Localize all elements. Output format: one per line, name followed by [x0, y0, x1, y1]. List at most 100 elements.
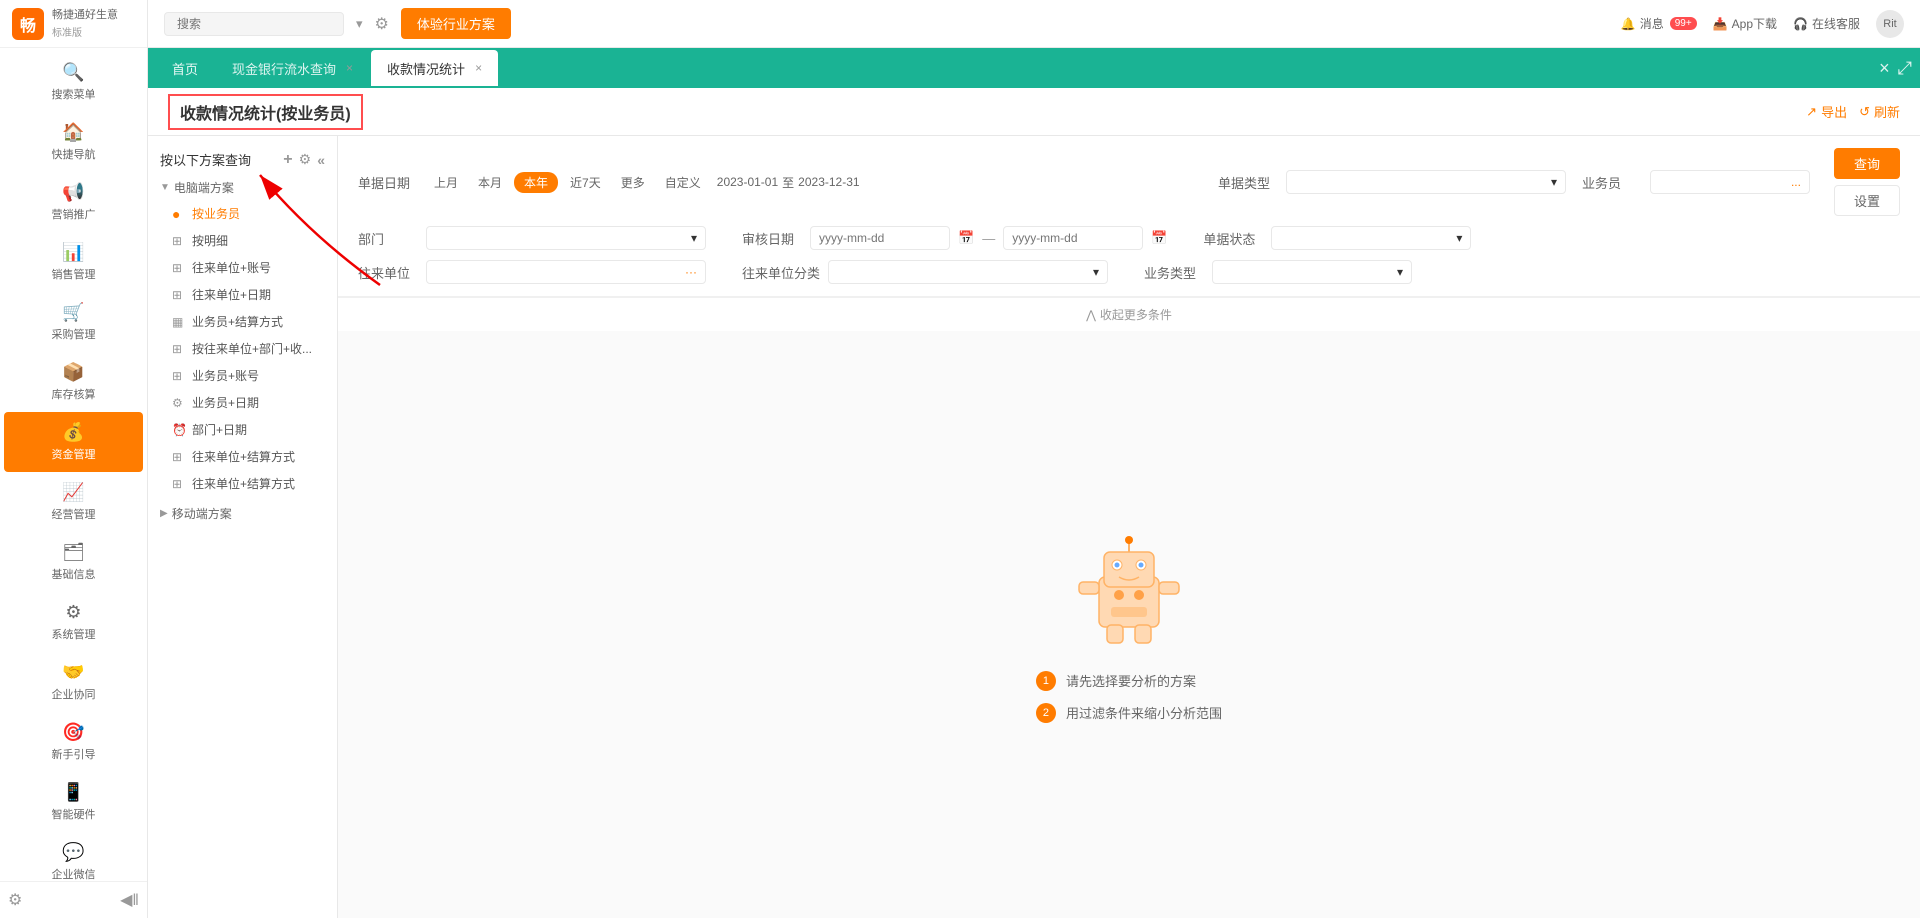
sidebar-nav: 🔍 搜索菜单 🏠 快捷导航 📢 营销推广 📊 销售管理 🛒 采购管理 📦 库存核…: [0, 48, 147, 881]
app-download-btn[interactable]: 📥 App下载: [1713, 15, 1777, 32]
biz-type-select[interactable]: ▾: [1212, 260, 1412, 284]
scheme-settings-icon[interactable]: ⚙: [299, 151, 312, 168]
sidebar-item-hardware[interactable]: 📱 智能硬件: [0, 772, 147, 832]
topbar-gear-icon[interactable]: ⚙: [375, 14, 389, 34]
scheme-item-salesperson-settle[interactable]: ▦ 业务员+结算方式: [148, 308, 337, 335]
date-tab-custom[interactable]: 自定义: [657, 172, 709, 193]
search-input[interactable]: [164, 12, 344, 36]
window-close-icon[interactable]: ×: [1879, 58, 1890, 79]
tab-bank-flow-close[interactable]: ×: [346, 61, 353, 75]
main-area: ▾ ⚙ 体验行业方案 🔔 消息 99+ 📥 App下载 🎧 在线客服 Rit: [148, 0, 1920, 918]
sidebar-label-marketing: 营销推广: [52, 206, 96, 222]
scheme-item-by-salesperson[interactable]: ● 按业务员: [148, 200, 337, 227]
tab-receipts-close[interactable]: ×: [475, 61, 482, 75]
sidebar-item-guide[interactable]: 🎯 新手引导: [0, 712, 147, 772]
footer-collapse-icon[interactable]: ◀‖: [120, 890, 139, 910]
export-btn[interactable]: ↗ 导出: [1806, 102, 1847, 121]
doc-type-label: 单据类型: [1218, 173, 1278, 192]
target-icon: 🎯: [62, 722, 84, 743]
scheme-item-partner-settle1[interactable]: ⊞ 往来单位+结算方式: [148, 443, 337, 470]
notifications-label: 消息: [1640, 15, 1664, 32]
footer-settings-icon[interactable]: ⚙: [8, 890, 22, 910]
review-date-label: 审核日期: [742, 229, 802, 248]
review-date-start[interactable]: [810, 226, 950, 250]
partner-type-label: 往来单位分类: [742, 263, 820, 282]
date-tabs: 上月 本月 本年 近7天 更多 自定义: [426, 172, 709, 193]
tab-bank-flow[interactable]: 现金银行流水查询 ×: [216, 50, 369, 86]
money-icon: 💰: [62, 422, 84, 443]
step-1-num: 1: [1036, 671, 1056, 691]
sidebar-item-system[interactable]: ⚙ 系统管理: [0, 592, 147, 652]
mobile-scheme-group: ▶ 移动端方案: [148, 501, 337, 526]
partner-type-dropdown-icon: ▾: [1093, 265, 1099, 279]
step-2-num: 2: [1036, 703, 1056, 723]
settings-btn[interactable]: 设置: [1834, 185, 1900, 216]
doc-type-select[interactable]: ▾: [1286, 170, 1566, 194]
tab-receipts[interactable]: 收款情况统计 ×: [371, 50, 498, 86]
partner-select[interactable]: ···: [426, 260, 706, 284]
sidebar-item-enterprise[interactable]: 🤝 企业协同: [0, 652, 147, 712]
date-tab-7days[interactable]: 近7天: [562, 172, 609, 193]
scheme-collapse-icon[interactable]: «: [317, 152, 325, 168]
date-tab-this-year[interactable]: 本年: [514, 172, 558, 193]
scheme-icon-dept-date: ⏰: [172, 423, 186, 437]
scheme-item-partner-dept[interactable]: ⊞ 按往来单位+部门+收...: [148, 335, 337, 362]
refresh-btn[interactable]: ↺ 刷新: [1859, 102, 1900, 121]
doc-status-select[interactable]: ▾: [1271, 226, 1471, 250]
partner-more-icon[interactable]: ···: [685, 265, 697, 279]
date-tab-last-month[interactable]: 上月: [426, 172, 466, 193]
tab-home[interactable]: 首页: [156, 50, 214, 86]
sidebar-item-base-info[interactable]: 🗂 基础信息: [0, 532, 147, 592]
scheme-item-partner-account[interactable]: ⊞ 往来单位+账号: [148, 254, 337, 281]
scheme-item-partner-settle2[interactable]: ⊞ 往来单位+结算方式: [148, 470, 337, 497]
mobile-group-title[interactable]: ▶ 移动端方案: [148, 501, 337, 526]
sidebar-item-sales[interactable]: 📊 销售管理: [0, 232, 147, 292]
salesperson-more-icon[interactable]: ...: [1791, 175, 1801, 189]
sidebar-label-enterprise: 企业协同: [52, 686, 96, 702]
user-area[interactable]: Rit: [1876, 10, 1904, 38]
date-start: 2023-01-01: [717, 175, 778, 189]
date-tab-this-month[interactable]: 本月: [470, 172, 510, 193]
notifications-btn[interactable]: 🔔 消息 99+: [1621, 15, 1697, 32]
desktop-group-title[interactable]: ▼ 电脑端方案: [148, 175, 337, 200]
scheme-item-detail[interactable]: ⊞ 按明细: [148, 227, 337, 254]
sidebar-item-finance[interactable]: 💰 资金管理: [4, 412, 143, 472]
online-service-btn[interactable]: 🎧 在线客服: [1793, 15, 1860, 32]
window-maximize-icon[interactable]: ⤢: [1898, 58, 1912, 79]
tab-bank-flow-label: 现金银行流水查询: [232, 59, 336, 78]
doc-status-dropdown-icon: ▾: [1456, 231, 1462, 245]
partner-type-select[interactable]: ▾: [828, 260, 1108, 284]
sidebar-item-quick-nav[interactable]: 🏠 快捷导航: [0, 112, 147, 172]
active-scheme-icon: ●: [172, 206, 186, 222]
headset-icon: 🎧: [1793, 17, 1808, 31]
sidebar-item-purchase[interactable]: 🛒 采购管理: [0, 292, 147, 352]
filter-dept-item: 部门 ▾: [358, 226, 706, 250]
review-date-end[interactable]: [1003, 226, 1143, 250]
scheme-item-salesperson-account[interactable]: ⊞ 业务员+账号: [148, 362, 337, 389]
scheme-add-icon[interactable]: +: [283, 151, 292, 169]
date-tab-more[interactable]: 更多: [613, 172, 653, 193]
scheme-item-label-dept-date: 部门+日期: [192, 421, 247, 438]
export-icon: ↗: [1806, 104, 1817, 120]
salesperson-select[interactable]: ...: [1650, 170, 1810, 194]
calendar-start-icon[interactable]: 📅: [958, 230, 974, 246]
dept-dropdown-icon: ▾: [691, 231, 697, 245]
sidebar-item-marketing[interactable]: 📢 营销推广: [0, 172, 147, 232]
sidebar-item-inventory[interactable]: 📦 库存核算: [0, 352, 147, 412]
topbar: ▾ ⚙ 体验行业方案 🔔 消息 99+ 📥 App下载 🎧 在线客服 Rit: [148, 0, 1920, 48]
page-title-box: 收款情况统计(按业务员): [168, 94, 363, 130]
scheme-item-partner-date[interactable]: ⊞ 往来单位+日期: [148, 281, 337, 308]
trial-btn[interactable]: 体验行业方案: [401, 8, 511, 39]
dropdown-arrow-icon[interactable]: ▾: [356, 16, 363, 32]
collapse-bar[interactable]: ⋀ 收起更多条件: [338, 297, 1920, 331]
filter-biz-type-item: 业务类型 ▾: [1144, 260, 1412, 284]
sidebar-item-search[interactable]: 🔍 搜索菜单: [0, 52, 147, 112]
scheme-item-salesperson-date[interactable]: ⚙ 业务员+日期: [148, 389, 337, 416]
scheme-item-dept-date[interactable]: ⏰ 部门+日期: [148, 416, 337, 443]
calendar-end-icon[interactable]: 📅: [1151, 230, 1167, 246]
query-btn[interactable]: 查询: [1834, 148, 1900, 179]
sidebar-item-operations[interactable]: 📈 经营管理: [0, 472, 147, 532]
dept-select[interactable]: ▾: [426, 226, 706, 250]
date-range: 2023-01-01 至 2023-12-31: [717, 174, 860, 191]
sidebar-item-wechat[interactable]: 💬 企业微信: [0, 832, 147, 881]
